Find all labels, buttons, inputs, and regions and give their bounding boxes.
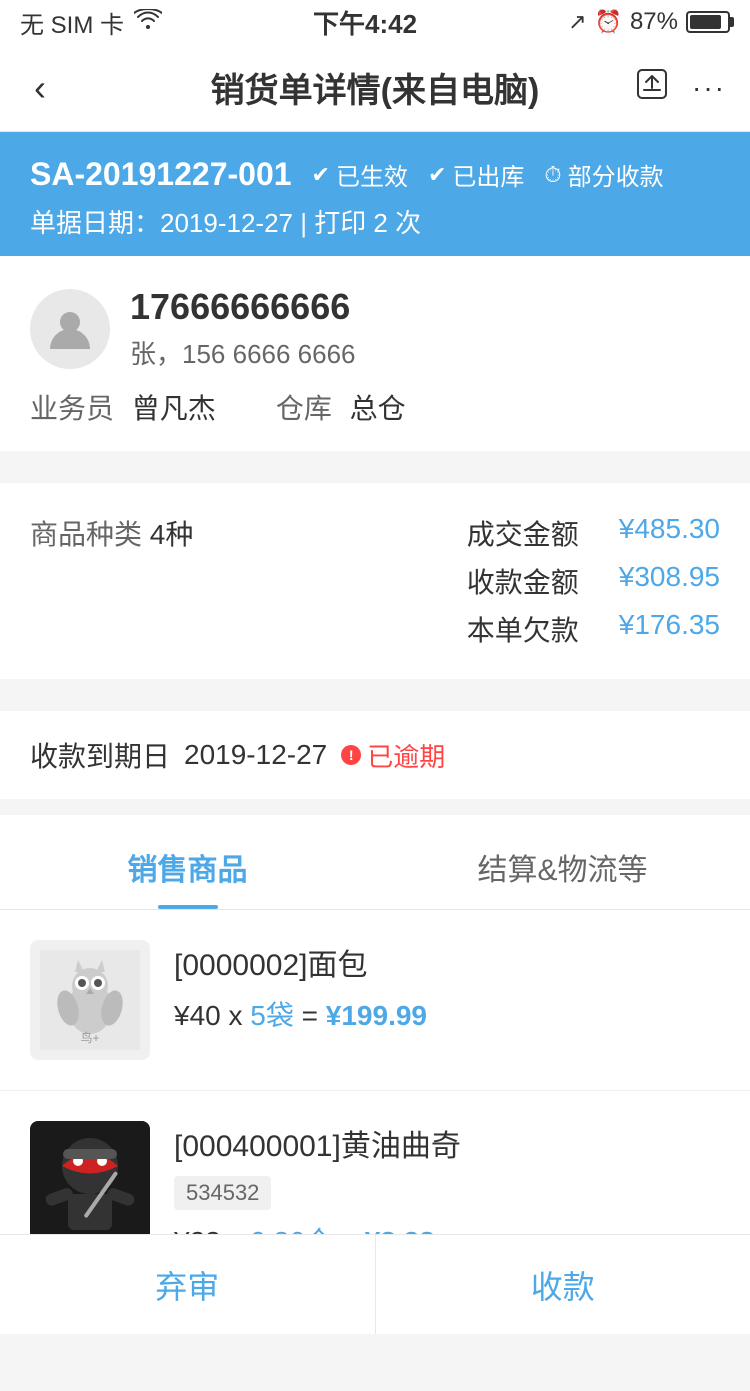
location-icon: ↗ [568, 9, 586, 35]
carrier-text: 无 SIM 卡 [20, 5, 124, 40]
tab-products[interactable]: 销售商品 [0, 815, 375, 909]
status-icons: ↗ ⏰ 87% [568, 8, 730, 36]
reject-button[interactable]: 弃审 [0, 1235, 376, 1334]
sales-rep-value: 曾凡杰 [132, 393, 216, 424]
status-badge-active: ✔ 已生效 [312, 157, 408, 192]
order-id-text: SA-20191227-001 [30, 156, 292, 193]
avatar [30, 289, 110, 369]
price-qty-1: 5袋 [250, 1000, 294, 1031]
order-date: 单据日期：2019-12-27 | 打印 2 次 [30, 203, 720, 240]
status-badge-partial: ⏱ 部分收款 [544, 157, 663, 192]
alarm-icon: ⏰ [595, 9, 622, 35]
product-sku-2: 534532 [174, 1176, 271, 1210]
price-total-1: ¥199.99 [326, 1000, 427, 1031]
customer-info-block: 17666666666 张，156 6666 6666 [130, 286, 356, 371]
product-types: 商品种类 4种 [30, 513, 193, 553]
sales-rep: 业务员 曾凡杰 [30, 387, 216, 427]
price-value-1: ¥40 [174, 1000, 221, 1031]
product-price-1: ¥40 x 5袋 = ¥199.99 [174, 994, 720, 1034]
share-icon[interactable] [636, 67, 668, 109]
warehouse-value: 总仓 [350, 393, 406, 424]
overdue-text: 已逾期 [367, 737, 445, 774]
owed-amount-row: 本单欠款 ¥176.35 [467, 609, 720, 649]
warehouse: 仓库 总仓 [276, 387, 406, 427]
check-icon-2: ✔ [428, 162, 446, 188]
tab-settlement[interactable]: 结算&物流等 [375, 815, 750, 909]
owl-image: 鸟+ [30, 940, 150, 1060]
received-amount-label: 收款金额 [467, 561, 579, 601]
customer-row: 17666666666 张，156 6666 6666 [30, 286, 720, 371]
due-date-value: 2019-12-27 [184, 739, 327, 771]
nav-bar: ‹ 销货单详情(来自电脑) ··· [0, 44, 750, 132]
owed-amount-label: 本单欠款 [467, 609, 579, 649]
product-types-label: 商品种类 [30, 519, 142, 550]
customer-card: 17666666666 张，156 6666 6666 业务员 曾凡杰 仓库 总… [0, 256, 750, 451]
nav-actions: ··· [636, 67, 726, 109]
financial-stats: 成交金额 ¥485.30 收款金额 ¥308.95 本单欠款 ¥176.35 [467, 513, 720, 649]
product-item-1: 鸟+ [0000002]面包 ¥40 x 5袋 = ¥199.99 [0, 910, 750, 1091]
bottom-bar: 弃审 收款 [0, 1234, 750, 1334]
collect-button[interactable]: 收款 [376, 1235, 750, 1334]
wifi-icon [134, 8, 162, 36]
product-info-1: [0000002]面包 ¥40 x 5袋 = ¥199.99 [174, 940, 720, 1034]
price-eq-1: = [302, 1000, 326, 1031]
due-date-row: 收款到期日 2019-12-27 ! 已逾期 [0, 711, 750, 799]
overdue-icon: ! [341, 745, 361, 765]
ninja-image [30, 1121, 150, 1241]
received-amount-row: 收款金额 ¥308.95 [467, 561, 720, 601]
status-badge-dispatched: ✔ 已出库 [428, 157, 524, 192]
divider-2 [0, 695, 750, 711]
status-carrier: 无 SIM 卡 [20, 5, 162, 40]
deal-amount-label: 成交金额 [467, 513, 579, 553]
customer-phone: 17666666666 [130, 286, 356, 328]
sales-rep-label: 业务员 [30, 393, 114, 424]
customer-name: 张，156 6666 6666 [130, 334, 356, 371]
product-name-2: [000400001]黄油曲奇 [174, 1121, 720, 1165]
status-time: 下午4:42 [313, 4, 417, 41]
deal-amount-row: 成交金额 ¥485.30 [467, 513, 720, 553]
overdue-badge: ! 已逾期 [341, 737, 445, 774]
divider-1 [0, 467, 750, 483]
product-thumb-2 [30, 1121, 150, 1241]
warehouse-label: 仓库 [276, 393, 332, 424]
received-amount-value: ¥308.95 [619, 561, 720, 601]
stats-card: 商品种类 4种 成交金额 ¥485.30 收款金额 ¥308.95 本单欠款 ¥… [0, 483, 750, 679]
back-button[interactable]: ‹ [24, 57, 56, 119]
product-thumb-1: 鸟+ [30, 940, 150, 1060]
customer-meta: 业务员 曾凡杰 仓库 总仓 [30, 387, 720, 427]
product-types-value: 4种 [150, 519, 194, 550]
price-multiplier-1: x [229, 1000, 251, 1031]
order-id-row: SA-20191227-001 ✔ 已生效 ✔ 已出库 ⏱ 部分收款 [30, 156, 720, 193]
more-icon[interactable]: ··· [692, 72, 726, 104]
order-header-banner: SA-20191227-001 ✔ 已生效 ✔ 已出库 ⏱ 部分收款 单据日期：… [0, 132, 750, 256]
deal-amount-value: ¥485.30 [619, 513, 720, 553]
clock-icon: ⏱ [544, 162, 561, 188]
divider-3 [0, 799, 750, 815]
svg-text:鸟+: 鸟+ [80, 1030, 99, 1045]
tab-bar: 销售商品 结算&物流等 [0, 815, 750, 910]
owed-amount-value: ¥176.35 [619, 609, 720, 649]
check-icon-1: ✔ [312, 162, 330, 188]
page-title: 销货单详情(来自电脑) [211, 63, 540, 112]
battery-text: 87% [630, 8, 678, 36]
status-bar: 无 SIM 卡 下午4:42 ↗ ⏰ 87% [0, 0, 750, 44]
due-date-label: 收款到期日 [30, 735, 170, 775]
battery-icon [686, 11, 730, 33]
product-name-1: [0000002]面包 [174, 940, 720, 984]
